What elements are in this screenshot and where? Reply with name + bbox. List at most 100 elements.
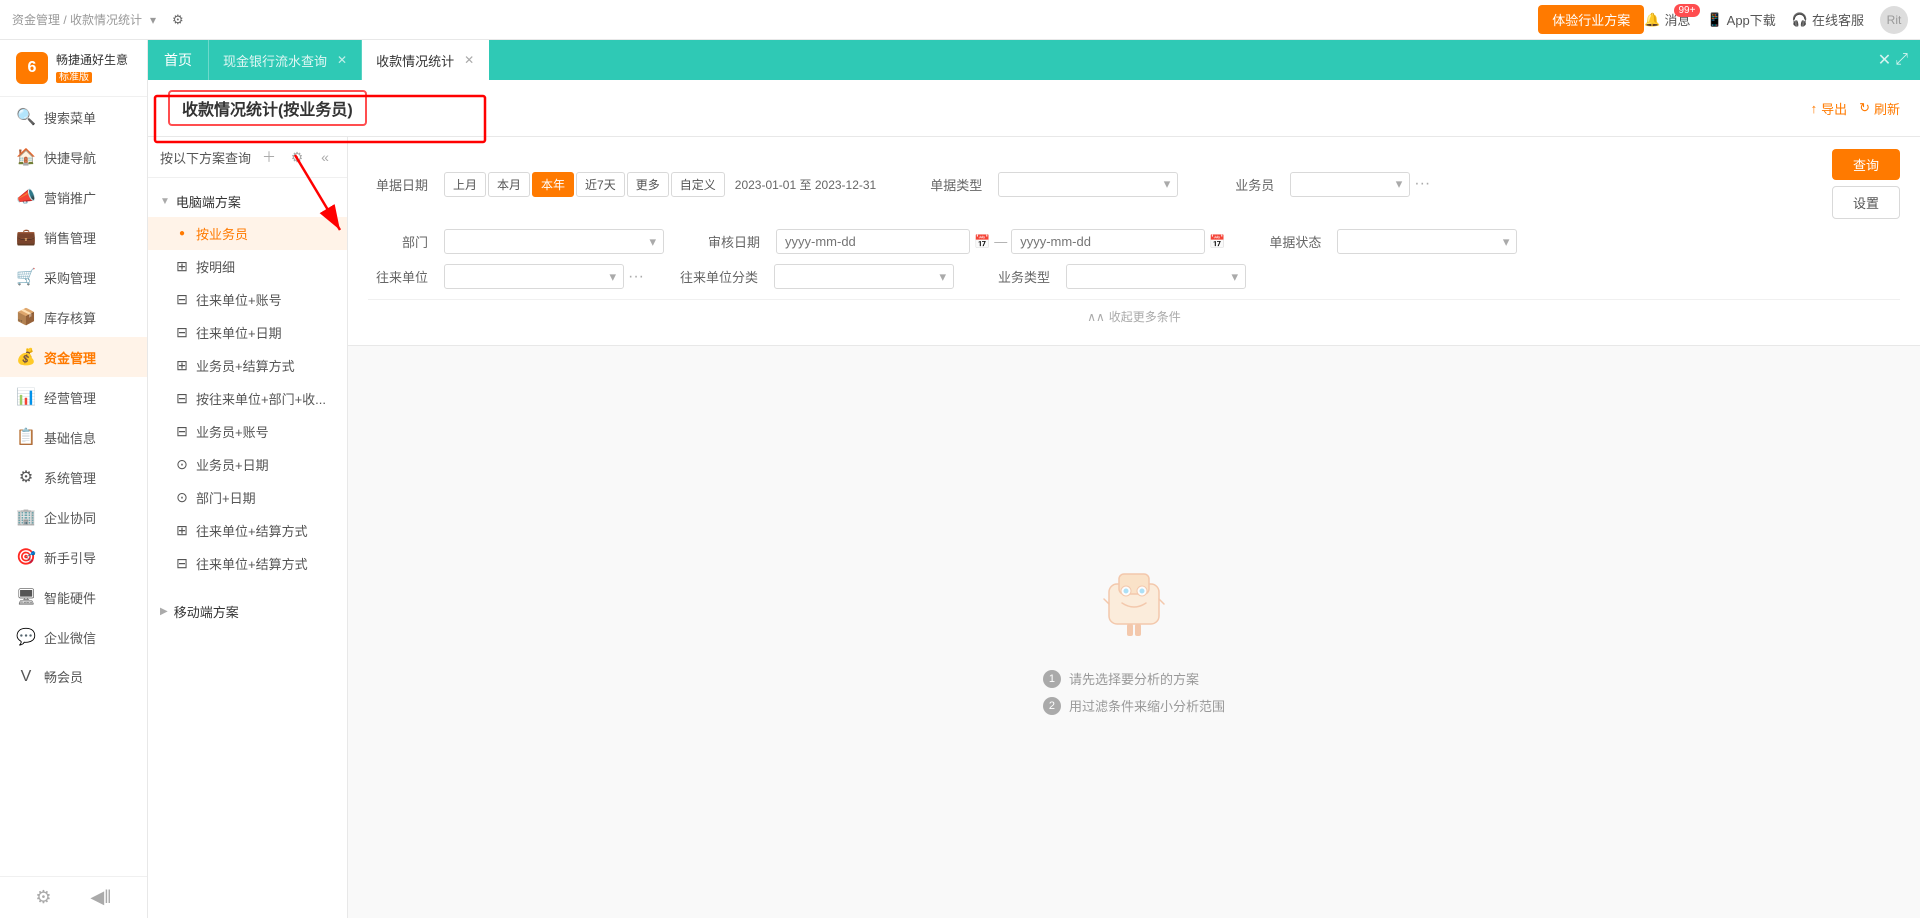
empty-hint-2: 2 用过滤条件来缩小分析范围: [1043, 696, 1225, 715]
sidebar-item-search[interactable]: 🔍 搜索菜单: [0, 97, 147, 137]
partner-select[interactable]: [444, 264, 624, 289]
scheme-partner-settlement1[interactable]: ⊞ 往来单位+结算方式: [148, 514, 347, 547]
salesperson-more-icon[interactable]: ···: [1414, 175, 1430, 193]
scheme-salesperson-date[interactable]: ⊙ 业务员+日期: [148, 448, 347, 481]
scheme-partner-account[interactable]: ⊟ 往来单位+账号: [148, 283, 347, 316]
page-title: 收款情况统计(按业务员): [168, 90, 367, 126]
sidebar-item-purchase[interactable]: 🛒 采购管理: [0, 257, 147, 297]
scheme-by-salesperson[interactable]: ● 按业务员: [148, 217, 347, 250]
partner-date-icon: ⊟: [174, 325, 190, 341]
scheme-dept-date[interactable]: ⊙ 部门+日期: [148, 481, 347, 514]
tab-receipt-close[interactable]: ✕: [464, 53, 474, 67]
chevron-up-icon: ∧∧: [1087, 310, 1105, 324]
date-this-month[interactable]: 本月: [488, 172, 530, 197]
scheme-partner-date[interactable]: ⊟ 往来单位+日期: [148, 316, 347, 349]
pc-group-header[interactable]: ▼ 电脑端方案: [148, 186, 347, 217]
close-all-tabs-icon[interactable]: ✕: [1878, 50, 1891, 70]
sidebar-label-marketing: 营销推广: [44, 188, 96, 207]
top-right-actions: 🔔 消息 99+ 📱 App下载 🎧 在线客服 Rit: [1644, 6, 1908, 34]
sidebar-label-member: 畅会员: [44, 667, 83, 686]
scheme-by-detail[interactable]: ⊞ 按明细: [148, 250, 347, 283]
tab-receipt-stats[interactable]: 收款情况统计 ✕: [362, 40, 489, 80]
date-custom[interactable]: 自定义: [671, 172, 725, 197]
sidebar-item-member[interactable]: V 畅会员: [0, 657, 147, 696]
app-layout: 6 畅捷通好生意 标准版 🔍 搜索菜单 🏠 快捷导航 📣 营销推广 💼 销售管理…: [0, 40, 1920, 918]
dept-select[interactable]: [444, 229, 664, 254]
sidebar-item-operation[interactable]: 📊 经营管理: [0, 377, 147, 417]
bell-icon: 🔔: [1644, 12, 1660, 28]
sidebar-item-quicknav[interactable]: 🏠 快捷导航: [0, 137, 147, 177]
collapse-sidebar-icon[interactable]: ◀‖: [90, 887, 111, 908]
chevron-down-icon[interactable]: ▾: [150, 13, 156, 27]
date-last-7days[interactable]: 近7天: [576, 172, 625, 197]
sidebar-item-basic[interactable]: 📋 基础信息: [0, 417, 147, 457]
mobile-group-collapse-icon: ▶: [160, 606, 168, 617]
date-this-year[interactable]: 本年: [532, 172, 574, 197]
sidebar-label-quicknav: 快捷导航: [44, 148, 96, 167]
collapse-panel-icon[interactable]: «: [315, 147, 335, 167]
partner-dept-icon: ⊟: [174, 391, 190, 407]
sidebar-item-finance[interactable]: 💰 资金管理: [0, 337, 147, 377]
add-scheme-button[interactable]: ＋: [259, 147, 279, 167]
scheme-salesperson-account[interactable]: ⊟ 业务员+账号: [148, 415, 347, 448]
sidebar-item-guide[interactable]: 🎯 新手引导: [0, 537, 147, 577]
doc-type-select[interactable]: [998, 172, 1178, 197]
settings-bottom-icon[interactable]: ⚙: [35, 887, 51, 908]
query-button[interactable]: 查询: [1832, 149, 1900, 180]
calendar-icon-start[interactable]: 📅: [974, 234, 990, 250]
scheme-salesperson-settlement[interactable]: ⊞ 业务员+结算方式: [148, 349, 347, 382]
review-date-end[interactable]: [1011, 229, 1205, 254]
date-range-text: 2023-01-01 至 2023-12-31: [735, 176, 876, 193]
online-service-link[interactable]: 🎧 在线客服: [1792, 10, 1864, 29]
tab-home[interactable]: 首页: [148, 40, 209, 80]
maximize-icon[interactable]: ⤢: [1895, 51, 1908, 69]
main-area: 首页 现金银行流水查询 ✕ 收款情况统计 ✕ ✕ ⤢ 收款情况统计(按业务员) …: [148, 40, 1920, 918]
tab-bank-flow[interactable]: 现金银行流水查询 ✕: [209, 40, 362, 80]
sidebar-item-company[interactable]: 🏢 企业协同: [0, 497, 147, 537]
phone-icon: 📱: [1706, 12, 1722, 28]
guide-icon: 🎯: [16, 547, 36, 567]
sidebar-item-wechat[interactable]: 💬 企业微信: [0, 617, 147, 657]
export-button[interactable]: ↑ 导出: [1811, 99, 1848, 118]
operation-icon: 📊: [16, 387, 36, 407]
sidebar-item-hardware[interactable]: 🖥 智能硬件: [0, 577, 147, 617]
scheme-settings-icon[interactable]: ⚙: [287, 147, 307, 167]
breadcrumb-text: 资金管理 / 收款情况统计: [12, 11, 142, 28]
sidebar-item-inventory[interactable]: 📦 库存核算: [0, 297, 147, 337]
doc-status-select[interactable]: [1337, 229, 1517, 254]
search-icon: 🔍: [16, 107, 36, 127]
finance-icon: 💰: [16, 347, 36, 367]
user-avatar[interactable]: Rit: [1880, 6, 1908, 34]
sidebar-item-system[interactable]: ⚙ 系统管理: [0, 457, 147, 497]
settings-button[interactable]: 设置: [1832, 186, 1900, 219]
sidebar-item-marketing[interactable]: 📣 营销推广: [0, 177, 147, 217]
salesperson-select[interactable]: [1290, 172, 1410, 197]
mobile-group-header[interactable]: ▶ 移动端方案: [148, 596, 347, 627]
marketing-icon: 📣: [16, 187, 36, 207]
active-scheme-icon: ●: [174, 226, 190, 242]
partner-category-select[interactable]: [774, 264, 954, 289]
gear-icon[interactable]: ⚙: [172, 12, 184, 28]
page-header-actions: ↑ 导出 ↻ 刷新: [1811, 99, 1900, 118]
pc-schema-group: ▼ 电脑端方案 ● 按业务员 ⊞ 按明细 ⊟ 往来单位+账号: [148, 178, 347, 588]
calendar-icon-end[interactable]: 📅: [1209, 234, 1225, 250]
review-date-start[interactable]: [776, 229, 970, 254]
scheme-partner-dept[interactable]: ⊟ 按往来单位+部门+收...: [148, 382, 347, 415]
trial-button[interactable]: 体验行业方案: [1538, 5, 1644, 34]
biz-type-select[interactable]: [1066, 264, 1246, 289]
tab-bank-close[interactable]: ✕: [337, 53, 347, 67]
collapse-more-button[interactable]: ∧∧ 收起更多条件: [368, 299, 1900, 333]
sidebar-item-sales[interactable]: 💼 销售管理: [0, 217, 147, 257]
empty-state: 1 请先选择要分析的方案 2 用过滤条件来缩小分析范围: [348, 346, 1920, 918]
partner-more-icon[interactable]: ···: [628, 268, 644, 286]
review-date-label: 审核日期: [700, 232, 760, 251]
app-download-link[interactable]: 📱 App下载: [1706, 10, 1775, 29]
sidebar-label-guide: 新手引导: [44, 548, 96, 567]
panel-header-label: 按以下方案查询: [160, 148, 251, 167]
notice-area[interactable]: 🔔 消息 99+: [1644, 10, 1690, 29]
date-more[interactable]: 更多: [627, 172, 669, 197]
partner-select-wrapper: [444, 264, 624, 289]
scheme-partner-settlement2[interactable]: ⊟ 往来单位+结算方式: [148, 547, 347, 580]
refresh-button[interactable]: ↻ 刷新: [1859, 99, 1900, 118]
date-last-month[interactable]: 上月: [444, 172, 486, 197]
